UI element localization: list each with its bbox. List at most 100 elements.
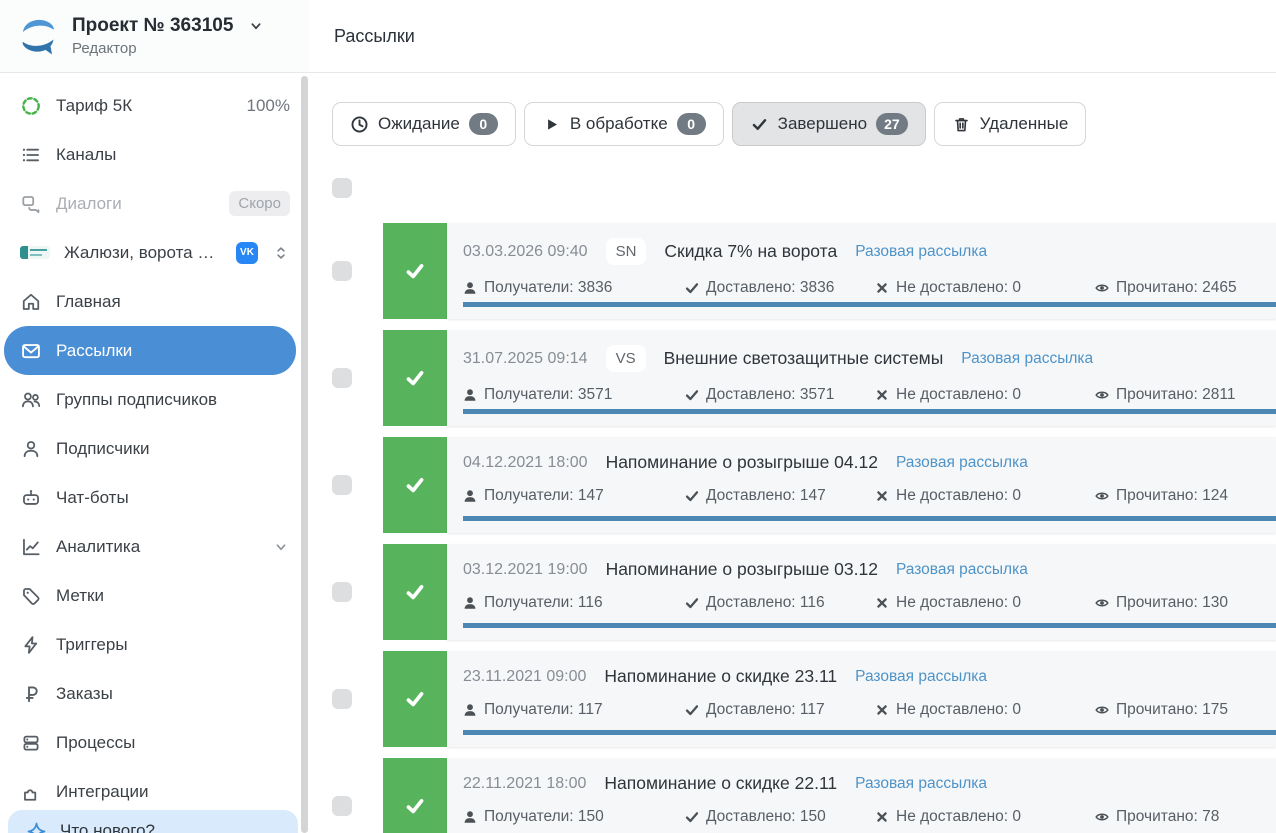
mailing-card[interactable]: 04.12.2021 18:00 Напоминание о розыгрыше… <box>447 437 1276 533</box>
dialogs-icon <box>22 195 40 213</box>
stat-delivered: Доставлено: 117 <box>685 701 875 719</box>
row-checkbox[interactable] <box>332 582 352 602</box>
sidebar-item-subscriber-groups[interactable]: Группы подписчиков <box>0 375 310 424</box>
mailing-card[interactable]: 31.07.2025 09:14 VS Внешние светозащитны… <box>447 330 1276 426</box>
eye-icon <box>1095 284 1109 292</box>
mailing-type-link[interactable]: Разовая рассылка <box>961 350 1093 368</box>
x-icon <box>877 283 887 293</box>
read-progress-bar <box>463 409 1276 414</box>
analytics-icon <box>23 538 40 555</box>
senler-logo-icon <box>22 19 54 55</box>
tariff-ring-icon <box>22 96 40 115</box>
stat-recipients: Получатели: 116 <box>463 594 685 612</box>
sidebar-item-integrations[interactable]: Интеграции <box>0 767 310 816</box>
filter-deleted-button[interactable]: Удаленные <box>933 102 1087 146</box>
mailing-title: Напоминание о розыгрыше 04.12 <box>605 452 878 472</box>
mailing-date: 22.11.2021 18:00 <box>463 774 587 792</box>
mailing-type-link[interactable]: Разовая рассылка <box>855 775 987 793</box>
page-header: Рассылки <box>310 0 1276 73</box>
project-role: Редактор <box>72 40 137 57</box>
vk-icon: VK <box>236 241 258 264</box>
mailing-date: 03.12.2021 19:00 <box>463 560 588 578</box>
mailing-card[interactable]: 03.03.2026 09:40 SN Скидка 7% на ворота … <box>447 223 1276 319</box>
mailing-row[interactable]: 31.07.2025 09:14 VS Внешние светозащитны… <box>332 330 1276 426</box>
check-icon <box>685 705 699 716</box>
sidebar-item-orders[interactable]: Заказы <box>0 669 310 718</box>
mailing-row[interactable]: 22.11.2021 18:00 Напоминание о скидке 22… <box>332 758 1276 833</box>
sidebar-item-vk-project[interactable]: Жалюзи, ворота Д... VK <box>0 228 310 277</box>
sidebar-item-processes[interactable]: Процессы <box>0 718 310 767</box>
row-checkbox[interactable] <box>332 796 352 816</box>
mailing-type-link[interactable]: Разовая рассылка <box>855 668 987 686</box>
sidebar-item-triggers[interactable]: Триггеры <box>0 620 310 669</box>
mailing-type-link[interactable]: Разовая рассылка <box>896 454 1028 472</box>
sidebar-item-mailings[interactable]: Рассылки <box>4 326 296 375</box>
status-completed-block <box>383 330 447 426</box>
whats-new-label: Что нового? <box>60 821 155 833</box>
group-icon <box>21 392 41 407</box>
filter-pending-button[interactable]: Ожидание 0 <box>332 102 516 146</box>
chevron-down-icon <box>276 543 286 550</box>
stat-recipients: Получатели: 3571 <box>463 386 685 404</box>
sidebar-item-home[interactable]: Главная <box>0 277 310 326</box>
mail-icon <box>22 343 40 358</box>
mailing-card[interactable]: 03.12.2021 19:00 Напоминание о розыгрыше… <box>447 544 1276 640</box>
home-icon <box>22 293 40 310</box>
select-all-checkbox[interactable] <box>332 178 352 198</box>
sidebar-item-dialogs[interactable]: Диалоги Скоро <box>0 179 310 228</box>
mailing-card[interactable]: 23.11.2021 09:00 Напоминание о скидке 23… <box>447 651 1276 747</box>
check-icon <box>685 283 699 294</box>
whats-new-button[interactable]: Что нового? <box>8 810 298 833</box>
row-checkbox[interactable] <box>332 261 352 281</box>
stat-undelivered: Не доставлено: 0 <box>875 594 1095 612</box>
mailing-type-link[interactable]: Разовая рассылка <box>896 561 1028 579</box>
x-icon <box>877 598 887 608</box>
lightning-icon <box>24 635 38 654</box>
mailing-title: Напоминание о розыгрыше 03.12 <box>605 559 878 579</box>
mailing-row[interactable]: 03.12.2021 19:00 Напоминание о розыгрыше… <box>332 544 1276 640</box>
sidebar-item-subscribers[interactable]: Подписчики <box>0 424 310 473</box>
stat-undelivered: Не доставлено: 0 <box>875 808 1095 826</box>
sidebar-item-analytics[interactable]: Аналитика <box>0 522 310 571</box>
mailing-date: 03.03.2026 09:40 <box>463 242 588 260</box>
check-icon <box>406 799 424 814</box>
person-icon <box>464 811 476 823</box>
row-checkbox[interactable] <box>332 475 352 495</box>
sort-updown-icon[interactable] <box>272 244 290 262</box>
filter-label: Ожидание <box>378 114 460 133</box>
mailing-type-link[interactable]: Разовая рассылка <box>855 243 987 261</box>
main-content: Рассылки Ожидание 0 В обработке 0 Заверш… <box>310 0 1276 833</box>
sidebar-item-label: Подписчики <box>56 438 150 458</box>
mailing-date: 04.12.2021 18:00 <box>463 453 588 471</box>
sidebar-item-chatbots[interactable]: Чат-боты <box>0 473 310 522</box>
mailing-row[interactable]: 03.03.2026 09:40 SN Скидка 7% на ворота … <box>332 223 1276 319</box>
mailing-row[interactable]: 23.11.2021 09:00 Напоминание о скидке 23… <box>332 651 1276 747</box>
sidebar-item-label: Рассылки <box>56 340 133 360</box>
check-icon <box>685 491 699 502</box>
tag-icon <box>23 587 40 605</box>
row-checkbox[interactable] <box>332 689 352 709</box>
sidebar-item-label: Процессы <box>56 732 136 752</box>
mailing-title: Внешние светозащитные системы <box>663 348 944 368</box>
project-switcher[interactable]: Проект № 363105 Редактор <box>0 0 310 73</box>
eye-icon <box>1095 391 1109 399</box>
person-icon <box>464 282 476 294</box>
sidebar-scrollbar[interactable] <box>301 76 308 833</box>
mailing-card[interactable]: 22.11.2021 18:00 Напоминание о скидке 22… <box>447 758 1276 833</box>
row-checkbox[interactable] <box>332 368 352 388</box>
stat-read: Прочитано: 2811 <box>1095 386 1276 404</box>
sidebar-item-tags[interactable]: Метки <box>0 571 310 620</box>
filter-count-badge: 0 <box>468 113 498 135</box>
status-completed-block <box>383 651 447 747</box>
chevron-down-icon <box>251 23 261 30</box>
x-icon <box>877 705 887 715</box>
sidebar-item-channels[interactable]: Каналы <box>0 130 310 179</box>
mailing-title: Напоминание о скидке 22.11 <box>604 773 838 793</box>
sidebar-item-tariff[interactable]: Тариф 5К 100% <box>0 81 310 130</box>
check-icon <box>685 390 699 401</box>
filter-processing-button[interactable]: В обработке 0 <box>523 102 724 146</box>
filter-completed-button[interactable]: Завершено 27 <box>731 102 926 146</box>
mailing-row[interactable]: 04.12.2021 18:00 Напоминание о розыгрыше… <box>332 437 1276 533</box>
stat-recipients: Получатели: 147 <box>463 487 685 505</box>
status-completed-block <box>383 437 447 533</box>
